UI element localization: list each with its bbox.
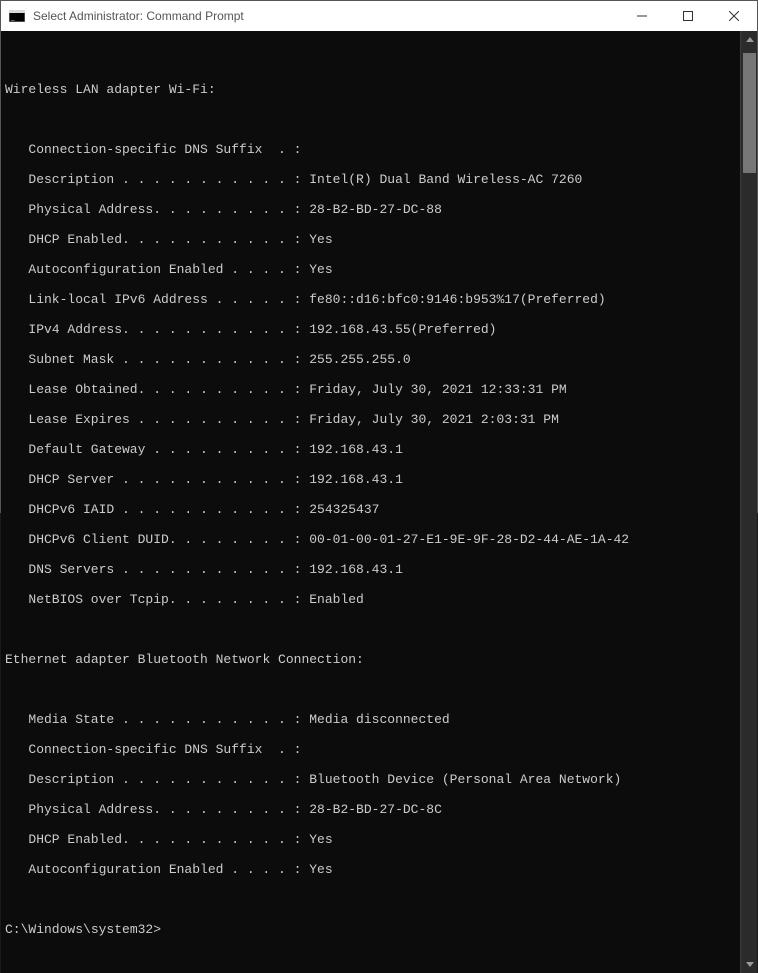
row-bt-description: Description . . . . . . . . . . . : Blue… — [5, 772, 740, 787]
bt-header: Ethernet adapter Bluetooth Network Conne… — [5, 652, 740, 667]
row-dhcp-server: DHCP Server . . . . . . . . . . . : 192.… — [5, 472, 740, 487]
row-lease-obtained: Lease Obtained. . . . . . . . . . : Frid… — [5, 382, 740, 397]
window-title: Select Administrator: Command Prompt — [33, 9, 244, 23]
vertical-scrollbar[interactable] — [740, 31, 757, 973]
row-bt-autoconfiguration: Autoconfiguration Enabled . . . . : Yes — [5, 862, 740, 877]
prompt-line[interactable]: C:\Windows\system32> — [5, 922, 740, 937]
svg-text:_: _ — [10, 14, 15, 22]
minimize-button[interactable] — [619, 1, 665, 31]
titlebar[interactable]: _ Select Administrator: Command Prompt — [1, 1, 757, 31]
scrollbar-thumb[interactable] — [743, 53, 756, 173]
row-dhcpv6-client-duid: DHCPv6 Client DUID. . . . . . . . : 00-0… — [5, 532, 740, 547]
row-subnet-mask: Subnet Mask . . . . . . . . . . . : 255.… — [5, 352, 740, 367]
wifi-header: Wireless LAN adapter Wi-Fi: — [5, 82, 740, 97]
row-autoconfiguration: Autoconfiguration Enabled . . . . : Yes — [5, 262, 740, 277]
row-description: Description . . . . . . . . . . . : Inte… — [5, 172, 740, 187]
close-button[interactable] — [711, 1, 757, 31]
row-lease-expires: Lease Expires . . . . . . . . . . : Frid… — [5, 412, 740, 427]
row-dns-servers: DNS Servers . . . . . . . . . . . : 192.… — [5, 562, 740, 577]
row-dhcp-enabled: DHCP Enabled. . . . . . . . . . . : Yes — [5, 232, 740, 247]
row-dns-suffix: Connection-specific DNS Suffix . : — [5, 142, 740, 157]
row-bt-media-state: Media State . . . . . . . . . . . : Medi… — [5, 712, 740, 727]
cmd-icon: _ — [9, 9, 25, 23]
scroll-down-arrow-icon[interactable] — [741, 956, 758, 973]
row-bt-dns-suffix: Connection-specific DNS Suffix . : — [5, 742, 740, 757]
maximize-button[interactable] — [665, 1, 711, 31]
row-bt-physical-address: Physical Address. . . . . . . . . : 28-B… — [5, 802, 740, 817]
row-bt-dhcp-enabled: DHCP Enabled. . . . . . . . . . . : Yes — [5, 832, 740, 847]
row-ipv4-address: IPv4 Address. . . . . . . . . . . : 192.… — [5, 322, 740, 337]
command-prompt-window: _ Select Administrator: Command Prompt W… — [0, 0, 758, 513]
scroll-up-arrow-icon[interactable] — [741, 31, 758, 48]
row-netbios: NetBIOS over Tcpip. . . . . . . . : Enab… — [5, 592, 740, 607]
row-physical-address: Physical Address. . . . . . . . . : 28-B… — [5, 202, 740, 217]
row-default-gateway: Default Gateway . . . . . . . . . : 192.… — [5, 442, 740, 457]
row-dhcpv6-iaid: DHCPv6 IAID . . . . . . . . . . . : 2543… — [5, 502, 740, 517]
row-link-local-ipv6: Link-local IPv6 Address . . . . . : fe80… — [5, 292, 740, 307]
terminal-area: Wireless LAN adapter Wi-Fi: Connection-s… — [1, 31, 757, 973]
terminal-output[interactable]: Wireless LAN adapter Wi-Fi: Connection-s… — [1, 31, 740, 973]
